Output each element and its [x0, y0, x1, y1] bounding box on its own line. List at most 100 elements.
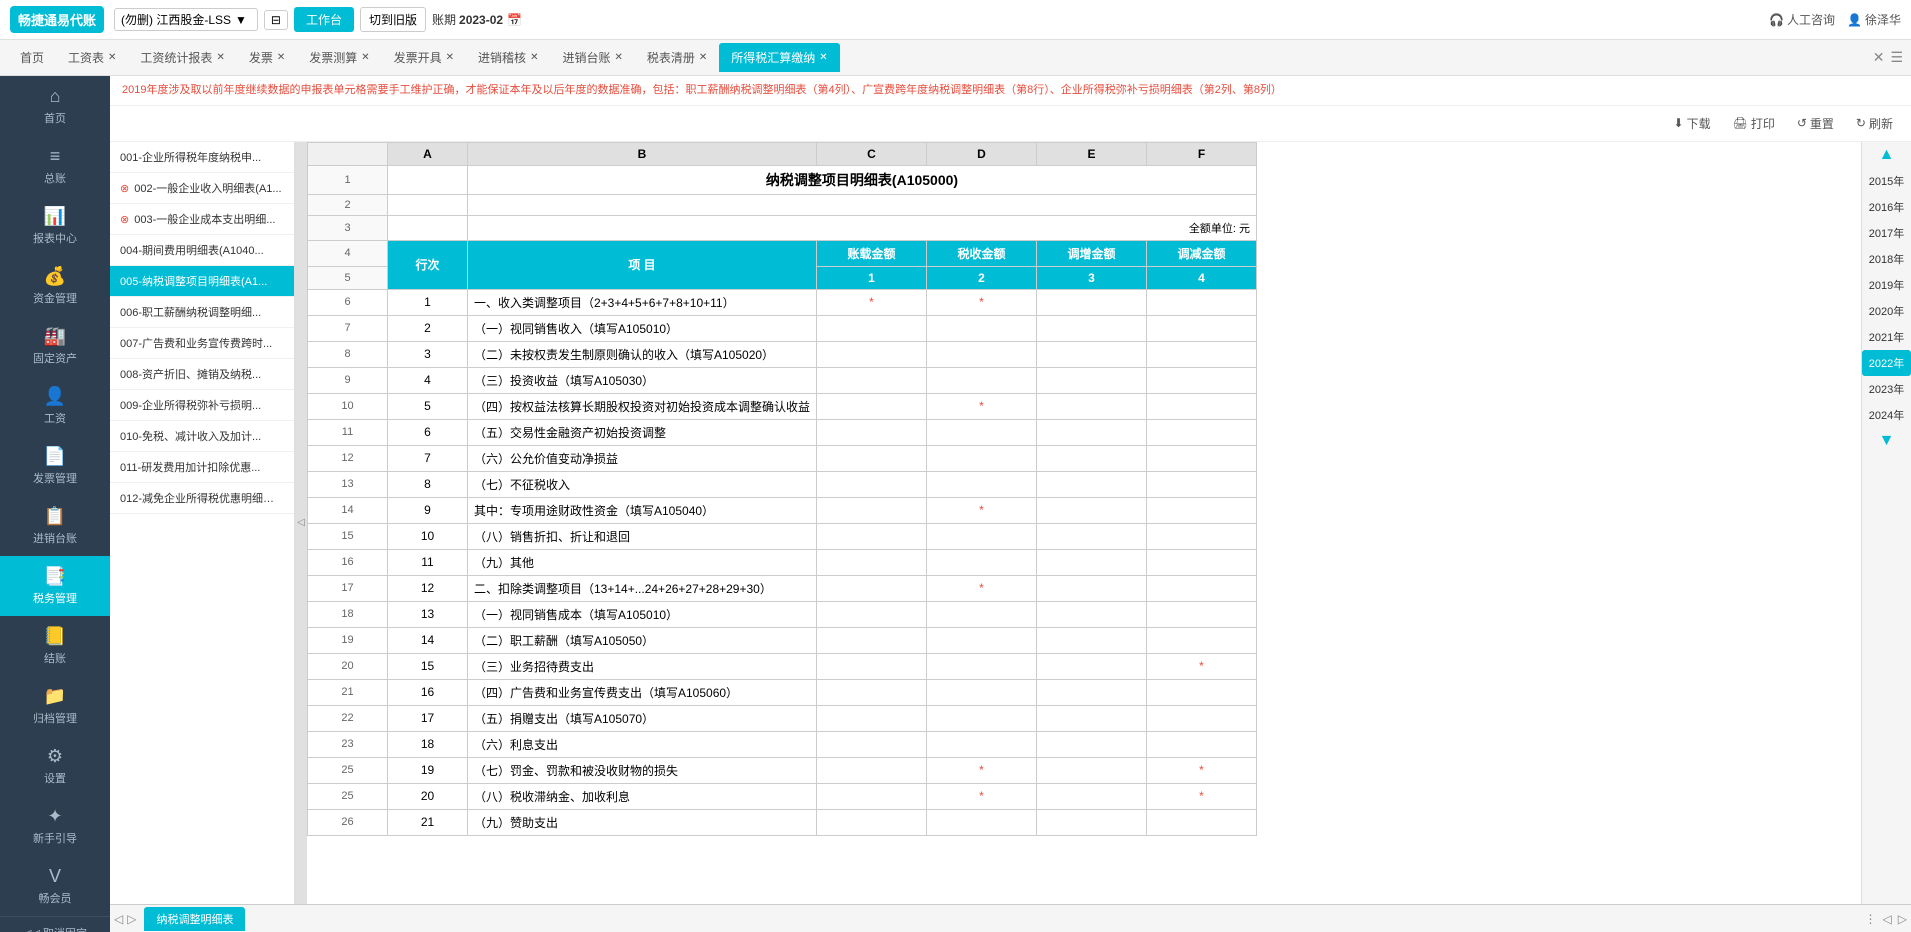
table-row[interactable]: 17 12 二、扣除类调整项目（13+14+...24+26+27+28+29+…	[308, 575, 1257, 601]
next-sheet-icon[interactable]: ▷	[127, 912, 136, 926]
tab-home[interactable]: 首页	[8, 43, 56, 72]
year-down-button[interactable]: ▼	[1875, 428, 1899, 454]
scroll-left-icon[interactable]: ◁	[1883, 912, 1892, 926]
sidebar-item-report[interactable]: 📊 报表中心	[0, 196, 110, 256]
tab-close-salary[interactable]: ✕	[108, 52, 116, 63]
table-area[interactable]: A B C D E F 1	[307, 142, 1861, 905]
year-2022[interactable]: 2022年	[1862, 350, 1911, 376]
tab-close-salary-stats[interactable]: ✕	[216, 52, 224, 63]
sidebar-item-member[interactable]: V 畅会员	[0, 856, 110, 916]
sidebar-item-ledger[interactable]: ≡ 总账	[0, 136, 110, 196]
sidebar-item-home[interactable]: ⌂ 首页	[0, 76, 110, 136]
sidebar-item-funds[interactable]: 💰 资金管理	[0, 256, 110, 316]
year-up-button[interactable]: ▲	[1875, 142, 1899, 168]
table-row[interactable]: 9 4 （三）投资收益（填写A105030）	[308, 367, 1257, 393]
workbench-button[interactable]: 工作台	[294, 7, 354, 32]
year-2024[interactable]: 2024年	[1862, 402, 1911, 428]
left-item-010[interactable]: 010-免税、减计收入及加计...	[110, 421, 294, 452]
left-item-006[interactable]: 006-职工薪酬纳税调整明细...	[110, 297, 294, 328]
left-item-012[interactable]: 012-减免企业所得税优惠明细表(…	[110, 483, 294, 514]
year-2023[interactable]: 2023年	[1862, 376, 1911, 402]
left-item-007[interactable]: 007-广告费和业务宣传费跨时...	[110, 328, 294, 359]
sidebar-item-guide[interactable]: ✦ 新手引导	[0, 796, 110, 856]
tab-salary[interactable]: 工资表 ✕	[56, 43, 128, 72]
copy-button[interactable]: ⊟	[264, 10, 288, 30]
print-button[interactable]: 🖨 打印	[1727, 112, 1781, 135]
sidebar-item-close[interactable]: 📒 结账	[0, 616, 110, 676]
year-2018[interactable]: 2018年	[1862, 246, 1911, 272]
tab-close-invoice-calc[interactable]: ✕	[361, 52, 369, 63]
tab-invoice-open[interactable]: 发票开具 ✕	[382, 43, 466, 72]
table-row[interactable]: 14 9 其中：专项用途财政性资金（填写A105040） *	[308, 497, 1257, 523]
support-link[interactable]: 🎧 人工咨询	[1769, 11, 1835, 28]
left-item-008[interactable]: 008-资产折旧、摊销及纳税...	[110, 359, 294, 390]
sidebar-item-tax[interactable]: 📑 税务管理	[0, 556, 110, 616]
left-item-002[interactable]: ⊗ 002-一般企业收入明细表(A1...	[110, 173, 294, 204]
tab-close-purchase-check[interactable]: ✕	[530, 52, 538, 63]
year-2015[interactable]: 2015年	[1862, 168, 1911, 194]
tab-invoice-calc[interactable]: 发票测算 ✕	[297, 43, 381, 72]
download-button[interactable]: ⬇ 下载	[1668, 112, 1717, 135]
sheet-tab-1[interactable]: 纳税调整明细表	[144, 907, 245, 931]
tab-close-purchase-ledger[interactable]: ✕	[614, 52, 622, 63]
scroll-right-icon[interactable]: ▷	[1898, 912, 1907, 926]
tab-invoice[interactable]: 发票 ✕	[237, 43, 297, 72]
table-row[interactable]: 8 3 （二）未按权责发生制原则确认的收入（填写A105020）	[308, 341, 1257, 367]
sidebar-item-purchase-ledger[interactable]: 📋 进销台账	[0, 496, 110, 556]
close-tab-icon[interactable]: ✕	[1873, 49, 1885, 66]
table-row[interactable]: 23 18 （六）利息支出	[308, 731, 1257, 757]
table-row[interactable]: 12 7 （六）公允价值变动净损益	[308, 445, 1257, 471]
tab-income-tax[interactable]: 所得税汇算缴纳 ✕	[719, 43, 839, 72]
table-row[interactable]: 26 21 （九）赞助支出	[308, 809, 1257, 835]
year-2021[interactable]: 2021年	[1862, 324, 1911, 350]
tab-purchase-check[interactable]: 进销稽核 ✕	[466, 43, 550, 72]
sidebar-item-settings[interactable]: ⚙ 设置	[0, 736, 110, 796]
calendar-icon[interactable]: 📅	[507, 13, 522, 27]
tab-close-invoice-open[interactable]: ✕	[446, 52, 454, 63]
tab-close-tax-list[interactable]: ✕	[699, 52, 707, 63]
year-2019[interactable]: 2019年	[1862, 272, 1911, 298]
table-row[interactable]: 25 19 （七）罚金、罚款和被没收财物的损失 * *	[308, 757, 1257, 783]
sidebar-item-salary[interactable]: 👤 工资	[0, 376, 110, 436]
table-row[interactable]: 16 11 （九）其他	[308, 549, 1257, 575]
table-row[interactable]: 7 2 （一）视同销售收入（填写A105010）	[308, 315, 1257, 341]
refresh-button[interactable]: ↻ 刷新	[1850, 112, 1899, 135]
more-tabs-icon[interactable]: ☰	[1890, 49, 1903, 66]
tab-salary-stats[interactable]: 工资统计报表 ✕	[128, 43, 236, 72]
left-item-004[interactable]: 004-期间费用明细表(A1040...	[110, 235, 294, 266]
panel-toggle[interactable]: ◁	[295, 142, 307, 905]
left-item-009[interactable]: 009-企业所得税弥补亏损明...	[110, 390, 294, 421]
table-row[interactable]: 13 8 （七）不征税收入	[308, 471, 1257, 497]
sidebar-item-archive[interactable]: 📁 归档管理	[0, 676, 110, 736]
table-row[interactable]: 19 14 （二）职工薪酬（填写A105050）	[308, 627, 1257, 653]
table-row[interactable]: 6 1 一、收入类调整项目（2+3+4+5+6+7+8+10+11） * *	[308, 289, 1257, 315]
year-2017[interactable]: 2017年	[1862, 220, 1911, 246]
unpin-button[interactable]: ◁◁ 取消固定	[0, 916, 110, 932]
tab-tax-list[interactable]: 税表清册 ✕	[635, 43, 719, 72]
table-row[interactable]: 21 16 （四）广告费和业务宣传费支出（填写A105060）	[308, 679, 1257, 705]
year-2016[interactable]: 2016年	[1862, 194, 1911, 220]
left-item-011[interactable]: 011-研发费用加计扣除优惠...	[110, 452, 294, 483]
tab-close-invoice[interactable]: ✕	[277, 52, 285, 63]
left-item-001[interactable]: 001-企业所得税年度纳税申...	[110, 142, 294, 173]
year-2020[interactable]: 2020年	[1862, 298, 1911, 324]
table-row[interactable]: 25 20 （八）税收滞纳金、加收利息 * *	[308, 783, 1257, 809]
user-menu[interactable]: 👤 徐泽华	[1847, 11, 1901, 28]
reset-button[interactable]: ↺ 重置	[1791, 112, 1840, 135]
tab-purchase-ledger[interactable]: 进销台账 ✕	[550, 43, 634, 72]
company-selector[interactable]: (勿删) 江西股金-LSS ▼	[114, 8, 258, 31]
sidebar-item-invoice-mgmt[interactable]: 📄 发票管理	[0, 436, 110, 496]
prev-sheet-icon[interactable]: ◁	[114, 912, 123, 926]
table-row[interactable]: 11 6 （五）交易性金融资产初始投资调整	[308, 419, 1257, 445]
left-item-005[interactable]: 005-纳税调整项目明细表(A1...	[110, 266, 294, 297]
tab-close-income-tax[interactable]: ✕	[819, 52, 827, 63]
reset-icon: ↺	[1797, 116, 1807, 130]
sidebar-item-assets[interactable]: 🏭 固定资产	[0, 316, 110, 376]
table-row[interactable]: 20 15 （三）业务招待费支出 *	[308, 653, 1257, 679]
table-row[interactable]: 10 5 （四）按权益法核算长期股权投资对初始投资成本调整确认收益 *	[308, 393, 1257, 419]
table-row[interactable]: 15 10 （八）销售折扣、折让和退回	[308, 523, 1257, 549]
switch-button[interactable]: 切到旧版	[360, 7, 426, 32]
left-item-003[interactable]: ⊗ 003-一般企业成本支出明细...	[110, 204, 294, 235]
table-row[interactable]: 18 13 （一）视同销售成本（填写A105010）	[308, 601, 1257, 627]
table-row[interactable]: 22 17 （五）捐赠支出（填写A105070）	[308, 705, 1257, 731]
